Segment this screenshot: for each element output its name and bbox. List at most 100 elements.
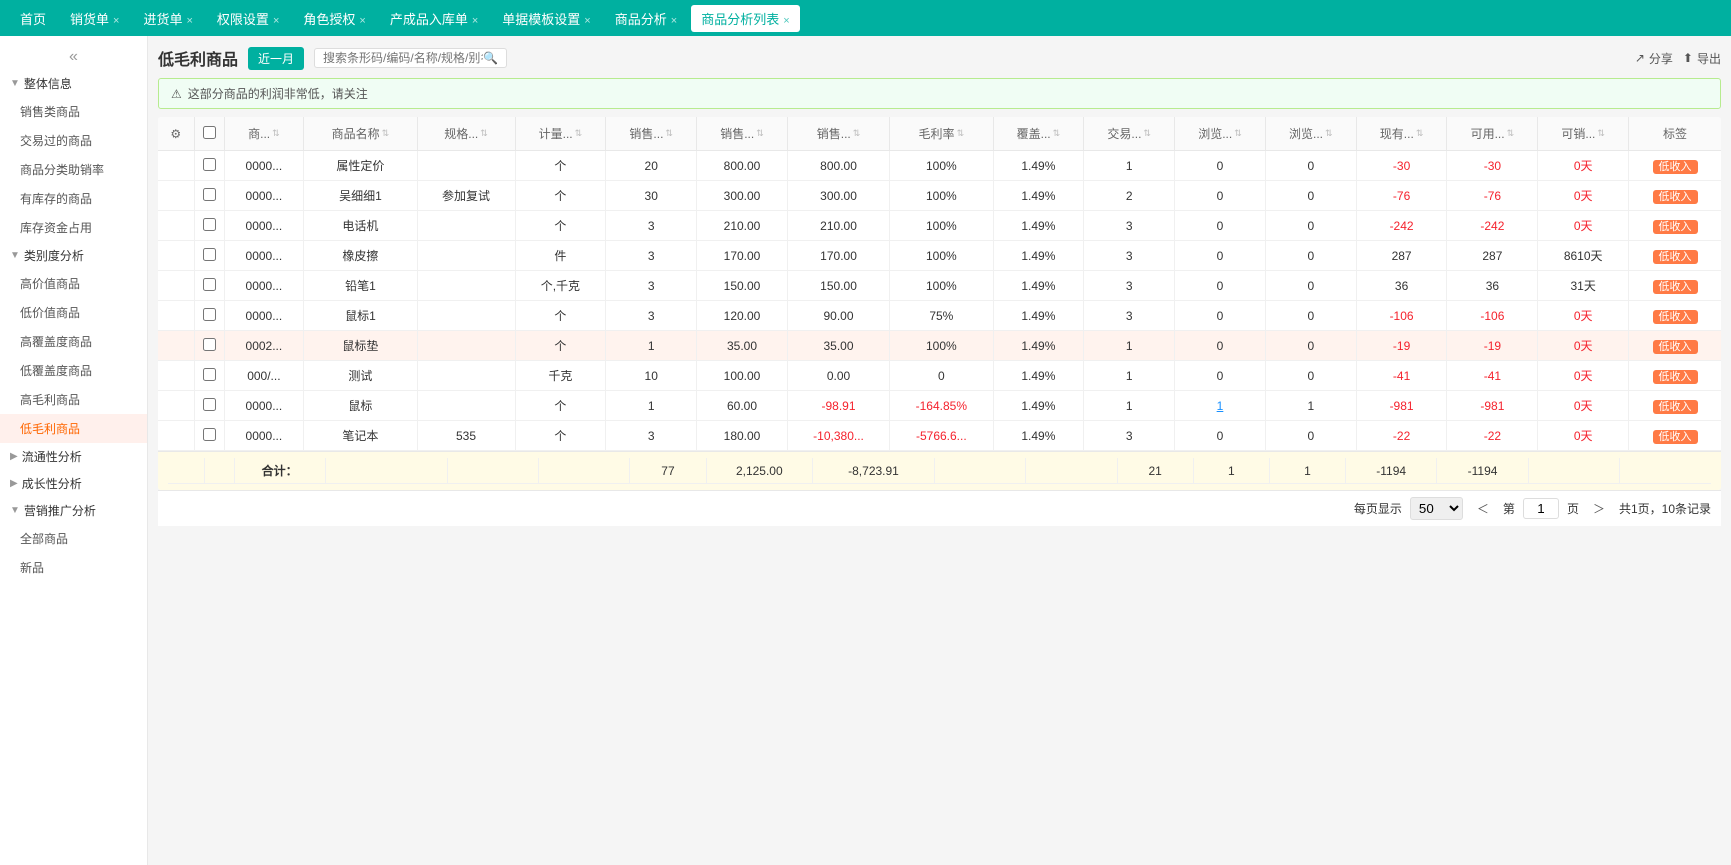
row-checkbox[interactable] bbox=[203, 428, 216, 441]
search-input[interactable] bbox=[323, 51, 483, 65]
sort-icon-available[interactable]: ⇅ bbox=[1507, 128, 1515, 139]
search-icon[interactable]: 🔍 bbox=[483, 51, 498, 65]
row-checkbox[interactable] bbox=[203, 308, 216, 321]
sort-icon-browse2[interactable]: ⇅ bbox=[1325, 128, 1333, 139]
sort-icon-name[interactable]: ⇅ bbox=[382, 128, 390, 139]
nav-item-analysis-list[interactable]: 商品分析列表× bbox=[691, 5, 799, 32]
sidebar-item-high-value[interactable]: 高价值商品 bbox=[0, 269, 147, 298]
nav-close-roles[interactable]: × bbox=[359, 15, 365, 27]
sort-icon-code[interactable]: ⇅ bbox=[272, 128, 280, 139]
cell-available: 287 bbox=[1447, 241, 1538, 271]
page-size-select[interactable]: 50 100 200 bbox=[1410, 497, 1463, 520]
nav-close-purchase[interactable]: × bbox=[186, 15, 192, 27]
sidebar-item-sales-goods[interactable]: 销售类商品 bbox=[0, 97, 147, 126]
cell-checkbox[interactable] bbox=[194, 361, 224, 391]
sidebar-collapse-button[interactable]: « bbox=[0, 44, 147, 70]
cell-checkbox[interactable] bbox=[194, 151, 224, 181]
sort-icon-trade[interactable]: ⇅ bbox=[1143, 128, 1151, 139]
sort-icon-unit[interactable]: ⇅ bbox=[575, 128, 583, 139]
page-number-input[interactable] bbox=[1523, 498, 1559, 519]
nav-close-templates[interactable]: × bbox=[584, 15, 590, 27]
filter-button[interactable]: 近一月 bbox=[248, 47, 304, 70]
sort-icon-current-stock[interactable]: ⇅ bbox=[1416, 128, 1424, 139]
nav-item-home[interactable]: 首页 bbox=[10, 5, 56, 32]
sort-icon-browse1[interactable]: ⇅ bbox=[1234, 128, 1242, 139]
nav-close-analysis[interactable]: × bbox=[671, 15, 677, 27]
table-row: 0000... 属性定价 个 20 800.00 800.00 100% 1.4… bbox=[158, 151, 1721, 181]
sort-icon-gross-rate[interactable]: ⇅ bbox=[957, 128, 965, 139]
nav-close-permissions[interactable]: × bbox=[273, 15, 279, 27]
col-coverage: 覆盖...⇅ bbox=[993, 117, 1084, 151]
cell-spec bbox=[417, 241, 515, 271]
cell-checkbox[interactable] bbox=[194, 421, 224, 451]
sidebar-group-value-analysis[interactable]: ▼类别度分析 bbox=[0, 242, 147, 269]
nav-item-permissions[interactable]: 权限设置× bbox=[207, 5, 289, 32]
nav-item-products[interactable]: 产成品入库单× bbox=[380, 5, 488, 32]
row-checkbox[interactable] bbox=[203, 248, 216, 261]
cell-checkbox[interactable] bbox=[194, 241, 224, 271]
row-checkbox[interactable] bbox=[203, 398, 216, 411]
sort-icon-coverage[interactable]: ⇅ bbox=[1053, 128, 1061, 139]
sort-icon-spec[interactable]: ⇅ bbox=[480, 128, 488, 139]
row-checkbox[interactable] bbox=[203, 368, 216, 381]
cell-checkbox[interactable] bbox=[194, 301, 224, 331]
sidebar-item-capital[interactable]: 库存资金占用 bbox=[0, 213, 147, 242]
col-checkbox[interactable] bbox=[194, 117, 224, 151]
cell-checkbox[interactable] bbox=[194, 391, 224, 421]
row-checkbox[interactable] bbox=[203, 278, 216, 291]
cell-available: -981 bbox=[1447, 391, 1538, 421]
sort-icon-sales-price[interactable]: ⇅ bbox=[756, 128, 764, 139]
sidebar-item-high-profit[interactable]: 高毛利商品 bbox=[0, 385, 147, 414]
sidebar-group-marketing-analysis[interactable]: ▼营销推广分析 bbox=[0, 497, 147, 524]
sidebar-item-new-goods[interactable]: 新品 bbox=[0, 553, 147, 582]
nav-close-analysis-list[interactable]: × bbox=[783, 15, 789, 27]
sort-icon-sales-qty[interactable]: ⇅ bbox=[665, 128, 673, 139]
next-page-btn[interactable]: ＞ bbox=[1587, 498, 1611, 519]
cell-checkbox[interactable] bbox=[194, 181, 224, 211]
nav-item-purchase[interactable]: 进货单× bbox=[133, 5, 202, 32]
row-checkbox[interactable] bbox=[203, 338, 216, 351]
sidebar-item-low-value[interactable]: 低价值商品 bbox=[0, 298, 147, 327]
arrow-icon: ▶ bbox=[10, 451, 18, 462]
select-all-checkbox[interactable] bbox=[203, 126, 216, 139]
sidebar-item-high-coverage[interactable]: 高覆盖度商品 bbox=[0, 327, 147, 356]
sidebar-group-overall[interactable]: ▼整体信息 bbox=[0, 70, 147, 97]
sort-icon-saleable[interactable]: ⇅ bbox=[1597, 128, 1605, 139]
sidebar-item-inventory-goods[interactable]: 有库存的商品 bbox=[0, 184, 147, 213]
cell-trade: 1 bbox=[1084, 361, 1175, 391]
sidebar-item-low-profit[interactable]: 低毛利商品 bbox=[0, 414, 147, 443]
share-button[interactable]: ↗ 分享 bbox=[1635, 50, 1673, 67]
nav-close-sales[interactable]: × bbox=[113, 15, 119, 27]
cell-checkbox[interactable] bbox=[194, 271, 224, 301]
table-row: 0000... 电话机 个 3 210.00 210.00 100% 1.49%… bbox=[158, 211, 1721, 241]
nav-item-templates[interactable]: 单据模板设置× bbox=[492, 5, 600, 32]
cell-coverage: 1.49% bbox=[993, 181, 1084, 211]
cell-browse1: 0 bbox=[1175, 151, 1266, 181]
row-checkbox[interactable] bbox=[203, 218, 216, 231]
cell-browse1: 0 bbox=[1175, 271, 1266, 301]
nav-item-analysis[interactable]: 商品分析× bbox=[605, 5, 687, 32]
cell-sales-qty: 30 bbox=[606, 181, 697, 211]
cell-gross-rate: 0 bbox=[890, 361, 993, 391]
sidebar-item-all-goods[interactable]: 全部商品 bbox=[0, 524, 147, 553]
cell-checkbox[interactable] bbox=[194, 211, 224, 241]
cell-checkbox[interactable] bbox=[194, 331, 224, 361]
sidebar-item-category-sales[interactable]: 商品分类助销率 bbox=[0, 155, 147, 184]
nav-close-products[interactable]: × bbox=[472, 15, 478, 27]
export-button[interactable]: ⬆ 导出 bbox=[1683, 50, 1721, 67]
cell-tag: 低收入 bbox=[1629, 211, 1721, 241]
row-checkbox[interactable] bbox=[203, 158, 216, 171]
row-checkbox[interactable] bbox=[203, 188, 216, 201]
sidebar-group-flow-analysis[interactable]: ▶流通性分析 bbox=[0, 443, 147, 470]
cell-code: 0000... bbox=[224, 181, 304, 211]
cell-unit: 个 bbox=[515, 331, 606, 361]
sidebar-group-growth-analysis[interactable]: ▶成长性分析 bbox=[0, 470, 147, 497]
sidebar-item-low-coverage[interactable]: 低覆盖度商品 bbox=[0, 356, 147, 385]
sidebar-item-traded-goods[interactable]: 交易过的商品 bbox=[0, 126, 147, 155]
nav-item-sales[interactable]: 销货单× bbox=[60, 5, 129, 32]
prev-page-btn[interactable]: ＜ bbox=[1471, 498, 1495, 519]
cell-browse1[interactable]: 1 bbox=[1175, 391, 1266, 421]
nav-item-roles[interactable]: 角色授权× bbox=[293, 5, 375, 32]
sort-icon-sales-cost[interactable]: ⇅ bbox=[853, 128, 861, 139]
col-settings[interactable]: ⚙ bbox=[158, 117, 194, 151]
